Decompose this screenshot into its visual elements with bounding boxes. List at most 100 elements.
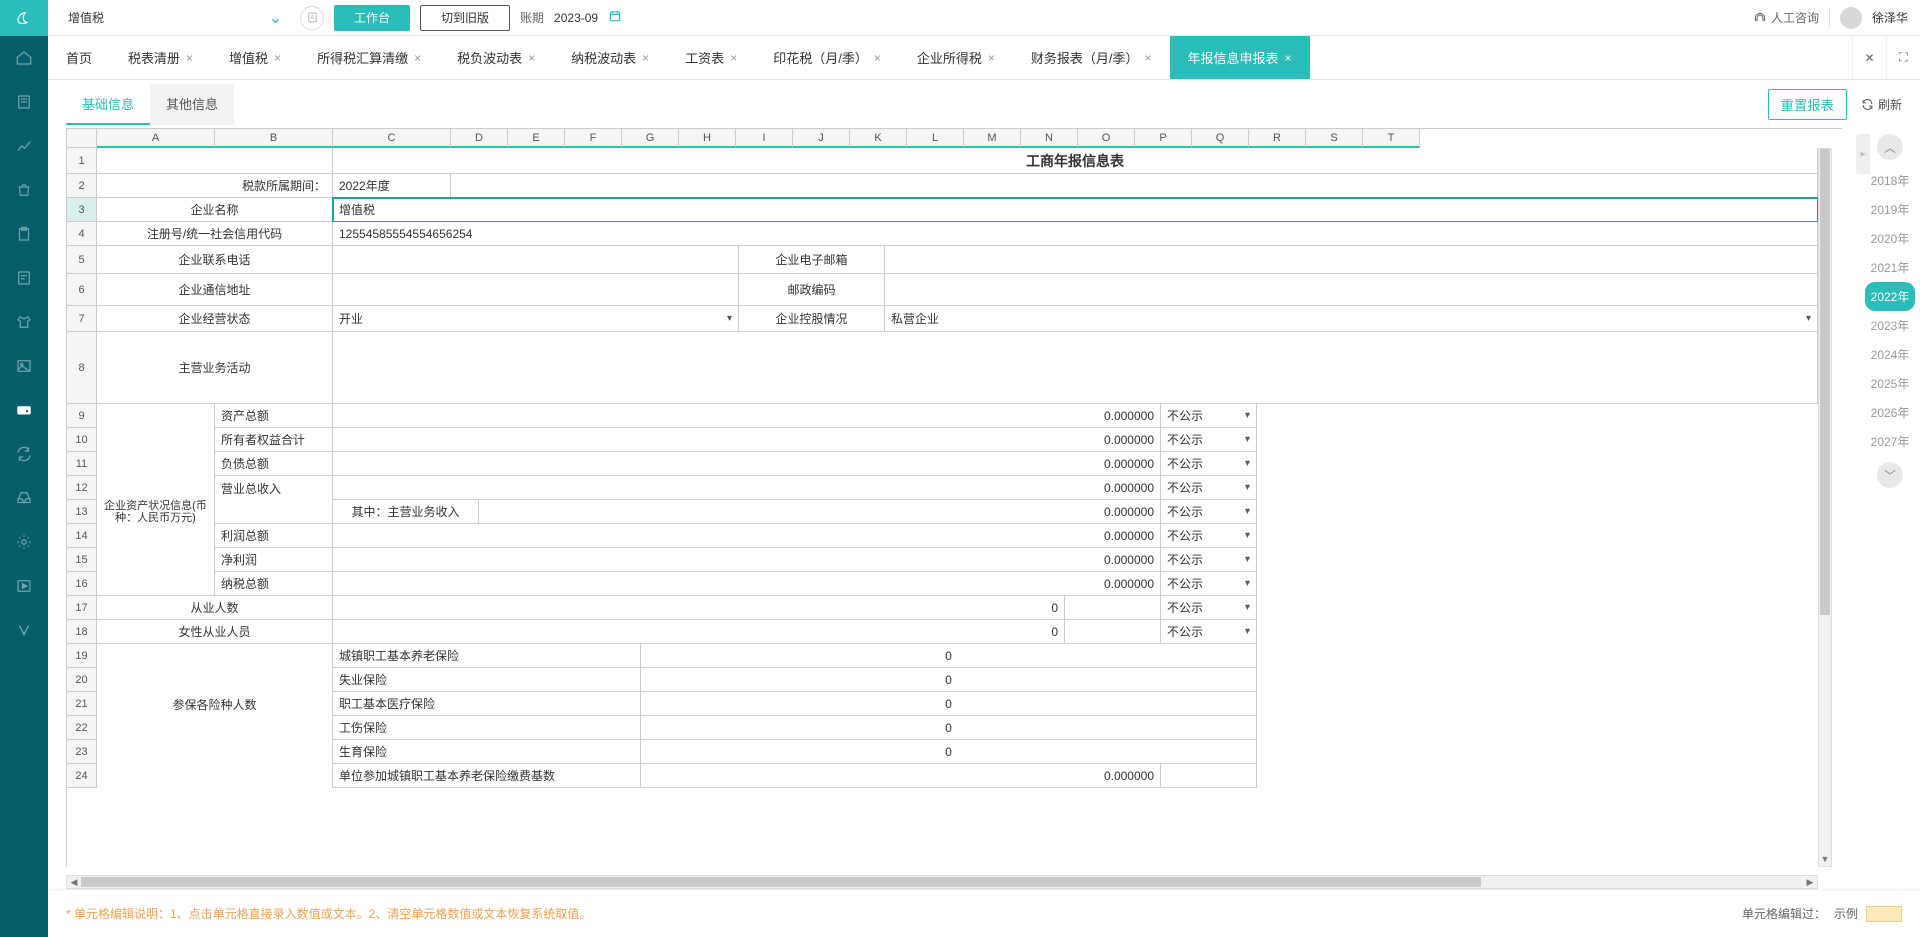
nav-play-icon[interactable] xyxy=(0,564,48,608)
col-A[interactable]: A xyxy=(97,129,215,148)
col-J[interactable]: J xyxy=(793,129,850,148)
col-M[interactable]: M xyxy=(964,129,1021,148)
workspace-button[interactable]: 工作台 xyxy=(334,5,410,31)
tab-stamp-tax[interactable]: 印花税（月/季）× xyxy=(755,36,899,79)
r4-label[interactable]: 注册号/统一社会信用代码 xyxy=(97,222,333,246)
period-label[interactable]: 税款所属期间： xyxy=(97,174,333,198)
drafts-button[interactable] xyxy=(300,6,324,30)
scroll-thumb[interactable] xyxy=(1820,149,1830,615)
close-icon[interactable]: × xyxy=(414,51,421,65)
year-2020年[interactable]: 2020年 xyxy=(1865,224,1915,253)
reset-report-button[interactable]: 重置报表 xyxy=(1768,89,1847,120)
tab-vat[interactable]: 增值税× xyxy=(211,36,299,79)
nav-bag-icon[interactable] xyxy=(0,168,48,212)
holding-select[interactable]: 私营企业 xyxy=(885,306,1818,332)
close-icon[interactable]: × xyxy=(1145,51,1152,65)
close-icon[interactable]: × xyxy=(1285,51,1292,65)
year-2021年[interactable]: 2021年 xyxy=(1865,253,1915,282)
tab-fin-report[interactable]: 财务报表（月/季）× xyxy=(1013,36,1170,79)
col-O[interactable]: O xyxy=(1078,129,1135,148)
scroll-down-arrow[interactable]: ▼ xyxy=(1819,852,1831,866)
nav-receipt-icon[interactable] xyxy=(0,256,48,300)
tab-tax-list[interactable]: 税表清册× xyxy=(110,36,211,79)
nav-home-icon[interactable] xyxy=(0,36,48,80)
close-icon[interactable]: × xyxy=(874,51,881,65)
subtab-basic[interactable]: 基础信息 xyxy=(66,84,150,125)
vertical-scrollbar[interactable]: ▲ ▼ xyxy=(1818,148,1832,867)
col-E[interactable]: E xyxy=(508,129,565,148)
year-2023年[interactable]: 2023年 xyxy=(1865,311,1915,340)
nav-image-icon[interactable] xyxy=(0,344,48,388)
sheet-title[interactable]: 工商年报信息表 xyxy=(333,148,1818,174)
close-icon[interactable]: × xyxy=(528,51,535,65)
close-icon[interactable]: × xyxy=(730,51,737,65)
year-2025年[interactable]: 2025年 xyxy=(1865,369,1915,398)
nav-cycle-icon[interactable] xyxy=(0,432,48,476)
scroll-years-down[interactable]: ﹀ xyxy=(1877,462,1903,488)
col-P[interactable]: P xyxy=(1135,129,1192,148)
nav-doc-icon[interactable] xyxy=(0,80,48,124)
nav-chart-icon[interactable] xyxy=(0,124,48,168)
subtab-other[interactable]: 其他信息 xyxy=(150,84,234,125)
scroll-right-arrow[interactable]: ▶ xyxy=(1803,876,1817,888)
grid-body[interactable]: 1 工商年报信息表 2 税款所属期间： 2022年度 3 企业名称 增值税 4 … xyxy=(66,148,1818,867)
col-H[interactable]: H xyxy=(679,129,736,148)
col-C[interactable]: C xyxy=(333,129,451,148)
col-S[interactable]: S xyxy=(1306,129,1363,148)
col-L[interactable]: L xyxy=(907,129,964,148)
scroll-years-up[interactable]: ︿ xyxy=(1877,134,1903,160)
calendar-icon[interactable] xyxy=(608,9,622,26)
year-2024年[interactable]: 2024年 xyxy=(1865,340,1915,369)
col-Q[interactable]: Q xyxy=(1192,129,1249,148)
year-2018年[interactable]: 2018年 xyxy=(1865,166,1915,195)
tab-annual-report[interactable]: 年报信息申报表× xyxy=(1170,36,1310,79)
company-selector[interactable]: 增值税 ⌄ xyxy=(60,4,290,32)
col-T[interactable]: T xyxy=(1363,129,1420,148)
close-icon[interactable]: × xyxy=(186,51,193,65)
app-logo xyxy=(0,0,48,36)
period-year[interactable]: 2022年度 xyxy=(333,174,451,198)
year-2026年[interactable]: 2026年 xyxy=(1865,398,1915,427)
consult-button[interactable]: 人工咨询 xyxy=(1753,9,1819,26)
col-I[interactable]: I xyxy=(736,129,793,148)
tab-corp-income[interactable]: 企业所得税× xyxy=(899,36,1013,79)
close-icon[interactable]: × xyxy=(274,51,281,65)
tab-tax-burden[interactable]: 税负波动表× xyxy=(439,36,553,79)
nav-wallet-icon[interactable] xyxy=(0,388,48,432)
nav-gear-icon[interactable] xyxy=(0,520,48,564)
rail-collapse-handle[interactable]: ▸ xyxy=(1856,134,1870,174)
col-G[interactable]: G xyxy=(622,129,679,148)
horizontal-scrollbar[interactable]: ◀ ▶ xyxy=(66,875,1818,889)
col-B[interactable]: B xyxy=(215,129,333,148)
status-select[interactable]: 开业 xyxy=(333,306,739,332)
switch-old-button[interactable]: 切到旧版 xyxy=(420,5,510,31)
company-name-cell[interactable]: 增值税 xyxy=(333,198,1818,222)
scroll-thumb[interactable] xyxy=(81,877,1481,887)
tab-tax-fluct[interactable]: 纳税波动表× xyxy=(553,36,667,79)
tab-home[interactable]: 首页 xyxy=(48,36,110,79)
tab-income-settle[interactable]: 所得税汇算清缴× xyxy=(299,36,439,79)
col-K[interactable]: K xyxy=(850,129,907,148)
nav-clipboard-icon[interactable] xyxy=(0,212,48,256)
nav-v-icon[interactable] xyxy=(0,608,48,652)
year-2027年[interactable]: 2027年 xyxy=(1865,427,1915,456)
nav-inbox-icon[interactable] xyxy=(0,476,48,520)
tab-salary[interactable]: 工资表× xyxy=(667,36,755,79)
col-N[interactable]: N xyxy=(1021,129,1078,148)
close-icon[interactable]: × xyxy=(988,51,995,65)
col-D[interactable]: D xyxy=(451,129,508,148)
year-2022年[interactable]: 2022年 xyxy=(1865,282,1915,311)
reg-no-cell[interactable]: 12554585554554656254 xyxy=(333,222,1818,246)
nav-shirt-icon[interactable] xyxy=(0,300,48,344)
avatar[interactable] xyxy=(1840,7,1862,29)
refresh-button[interactable]: 刷新 xyxy=(1861,96,1902,113)
year-2019年[interactable]: 2019年 xyxy=(1865,195,1915,224)
scroll-left-arrow[interactable]: ◀ xyxy=(67,876,81,888)
close-icon[interactable]: × xyxy=(642,51,649,65)
tabs-close-all[interactable]: ✕ xyxy=(1852,36,1886,80)
col-R[interactable]: R xyxy=(1249,129,1306,148)
tabs-expand[interactable]: ⛶ xyxy=(1886,36,1920,80)
r3-label[interactable]: 企业名称 xyxy=(97,198,333,222)
select-all-corner[interactable] xyxy=(67,129,97,148)
col-F[interactable]: F xyxy=(565,129,622,148)
